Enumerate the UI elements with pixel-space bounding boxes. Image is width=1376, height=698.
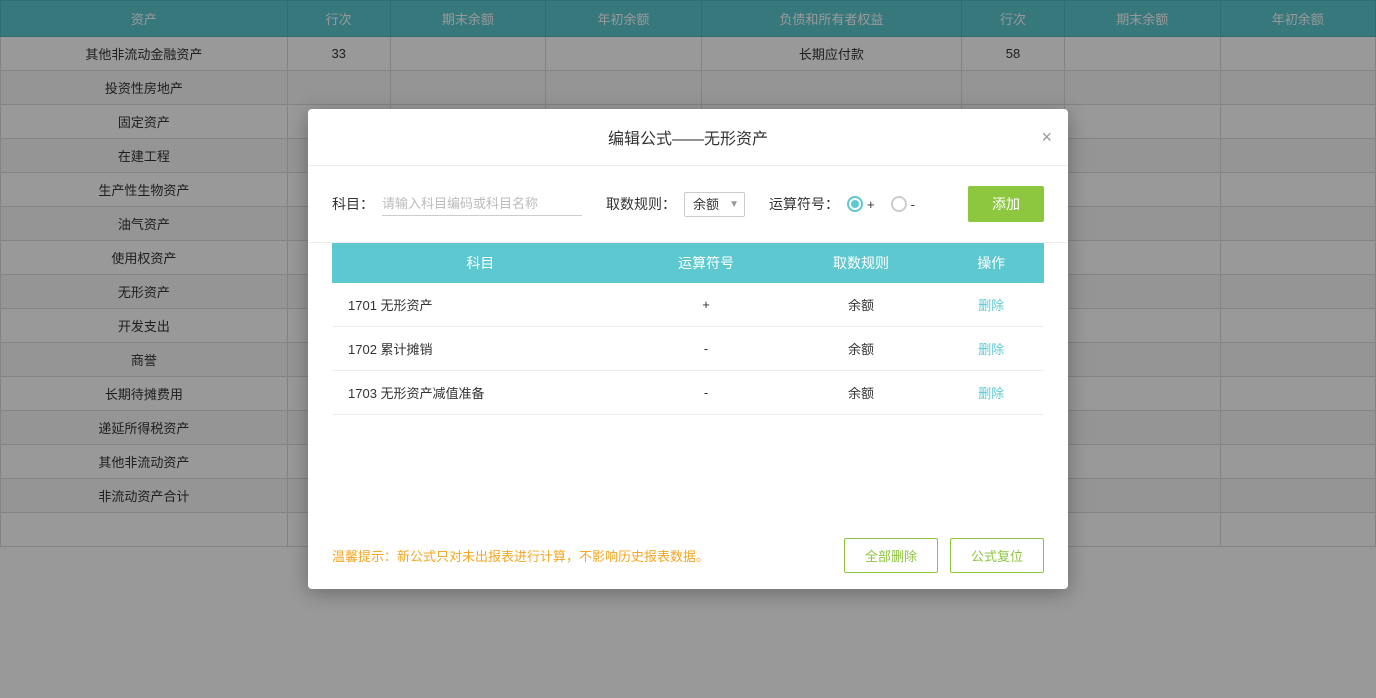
row-action: 删除 (938, 371, 1044, 415)
radio-plus-label: + (867, 197, 875, 212)
table-header-rule: 取数规则 (784, 243, 939, 283)
row-action: 删除 (938, 327, 1044, 371)
delete-link[interactable]: 删除 (978, 298, 1004, 313)
subject-group: 科目： (332, 192, 582, 216)
data-table-wrapper: 科目 运算符号 取数规则 操作 1701 无形资产+余额删除1702 累计摊销-… (308, 243, 1068, 522)
table-header-operator: 运算符号 (629, 243, 784, 283)
modal-header: 编辑公式——无形资产 × (308, 109, 1068, 166)
table-header-subject: 科目 (332, 243, 629, 283)
rule-group: 取数规则： 余额 借方 贷方 ▼ (606, 192, 745, 217)
radio-circle-minus (891, 196, 907, 212)
row-subject: 1701 无形资产 (332, 283, 629, 327)
row-rule: 余额 (784, 327, 939, 371)
operator-label: 运算符号： (769, 194, 839, 214)
subject-label: 科目： (332, 194, 374, 214)
radio-minus-label: - (911, 197, 915, 212)
footer-buttons: 全部删除 公式复位 (844, 538, 1044, 573)
rule-label: 取数规则： (606, 194, 676, 214)
form-row: 科目： 取数规则： 余额 借方 贷方 ▼ 运算符号： (308, 166, 1068, 243)
modal-overlay: 编辑公式——无形资产 × 科目： 取数规则： 余额 借方 贷方 ▼ (0, 0, 1376, 698)
row-operator: - (629, 371, 784, 415)
row-operator: - (629, 327, 784, 371)
rule-select-wrapper: 余额 借方 贷方 ▼ (684, 192, 745, 217)
radio-minus[interactable]: - (891, 196, 915, 212)
table-row: 1703 无形资产减值准备-余额 删除 (332, 371, 1044, 415)
add-button[interactable]: 添加 (968, 186, 1044, 222)
delete-link[interactable]: 删除 (978, 342, 1004, 357)
operator-group: 运算符号： + - (769, 194, 915, 214)
modal-footer: 温馨提示：新公式只对未出报表进行计算，不影响历史报表数据。 全部删除 公式复位 (308, 522, 1068, 589)
row-subject: 1703 无形资产减值准备 (332, 371, 629, 415)
rule-select[interactable]: 余额 借方 贷方 (684, 192, 745, 217)
row-rule: 余额 (784, 371, 939, 415)
table-row: 1702 累计摊销-余额 删除 (332, 327, 1044, 371)
subject-input[interactable] (382, 192, 582, 216)
table-header-action: 操作 (938, 243, 1044, 283)
radio-plus[interactable]: + (847, 196, 875, 212)
modal-title: 编辑公式——无形资产 (608, 125, 768, 149)
delete-link[interactable]: 删除 (978, 386, 1004, 401)
radio-group: + - (847, 196, 915, 212)
close-button[interactable]: × (1041, 128, 1052, 146)
row-action: 删除 (938, 283, 1044, 327)
row-subject: 1702 累计摊销 (332, 327, 629, 371)
table-row: 1701 无形资产+余额 删除 (332, 283, 1044, 327)
delete-all-button[interactable]: 全部删除 (844, 538, 938, 573)
row-rule: 余额 (784, 283, 939, 327)
data-table: 科目 运算符号 取数规则 操作 1701 无形资产+余额删除1702 累计摊销-… (332, 243, 1044, 415)
hint-text: 温馨提示：新公式只对未出报表进行计算，不影响历史报表数据。 (332, 546, 709, 565)
row-operator: + (629, 283, 784, 327)
radio-circle-plus (847, 196, 863, 212)
reset-button[interactable]: 公式复位 (950, 538, 1044, 573)
modal: 编辑公式——无形资产 × 科目： 取数规则： 余额 借方 贷方 ▼ (308, 109, 1068, 589)
